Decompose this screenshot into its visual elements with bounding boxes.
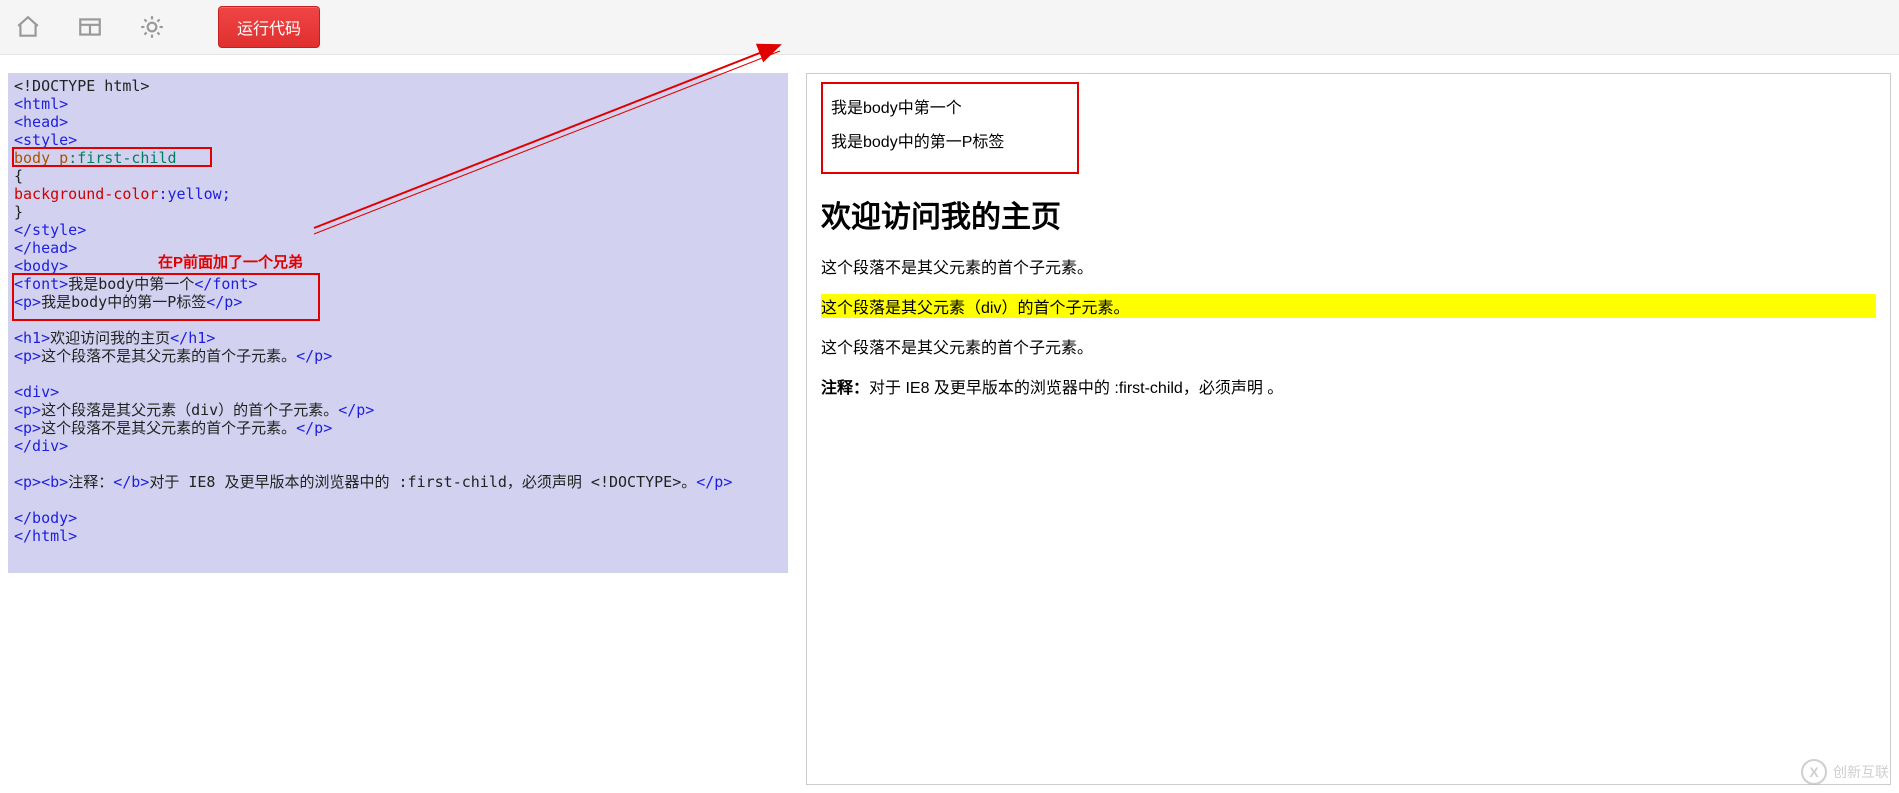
code-tag: </h1> [170, 329, 215, 347]
code-line: } [14, 203, 23, 221]
code-text: 这个段落是其父元素（div）的首个子元素。 [41, 401, 338, 419]
code-prop: background-color [14, 185, 159, 203]
code-tag: <p><b> [14, 473, 68, 491]
output-para-3: 这个段落不是其父元素的首个子元素。 [821, 334, 1876, 358]
code-tag: <h1> [14, 329, 50, 347]
code-line: <body> [14, 257, 68, 275]
code-tag: <font> [14, 275, 68, 293]
code-pane: <!DOCTYPE html> <html> <head> <style> bo… [8, 73, 788, 785]
code-line: </html> [14, 527, 77, 545]
output-note-label: 注释： [821, 380, 869, 397]
code-line: <style> [14, 131, 77, 149]
code-line: <div> [14, 383, 59, 401]
preview-pane: 我是body中第一个 我是body中的第一P标签 欢迎访问我的主页 这个段落不是… [806, 73, 1891, 785]
brightness-icon[interactable] [136, 11, 168, 43]
code-line: <!DOCTYPE html> [14, 77, 149, 95]
code-line: </body> [14, 509, 77, 527]
output-heading: 欢迎访问我的主页 [821, 192, 1876, 236]
code-text: 欢迎访问我的主页 [50, 329, 170, 347]
code-line: </style> [14, 221, 86, 239]
code-pseudo: :first-child [68, 149, 176, 167]
output-font-line: 我是body中第一个 [831, 94, 1069, 118]
code-tag: </p> [296, 419, 332, 437]
toolbar: 运行代码 [0, 0, 1899, 55]
code-text: 我是body中的第一P标签 [41, 293, 206, 311]
code-editor[interactable]: <!DOCTYPE html> <html> <head> <style> bo… [8, 73, 788, 573]
output-para-1: 这个段落不是其父元素的首个子元素。 [821, 254, 1876, 278]
code-text: 对于 IE8 及更早版本的浏览器中的 :first-child，必须声明 <!D… [149, 473, 696, 491]
code-text: 我是body中第一个 [68, 275, 194, 293]
panels-icon[interactable] [74, 11, 106, 43]
watermark-logo: X [1801, 759, 1827, 785]
output-para-highlighted: 这个段落是其父元素（div）的首个子元素。 [821, 294, 1876, 318]
watermark-text: 创新互联 [1833, 762, 1889, 782]
code-tag: </p> [296, 347, 332, 365]
code-line: { [14, 167, 23, 185]
code-tag: </font> [194, 275, 257, 293]
code-tag: </b> [113, 473, 149, 491]
code-tag: <p> [14, 347, 41, 365]
code-tag: <p> [14, 401, 41, 419]
code-tag: <p> [14, 293, 41, 311]
annotation-box-output: 我是body中第一个 我是body中的第一P标签 [821, 82, 1079, 174]
output-note: 注释：对于 IE8 及更早版本的浏览器中的 :first-child，必须声明 … [821, 374, 1876, 398]
output-note-text: 对于 IE8 及更早版本的浏览器中的 :first-child，必须声明 。 [869, 380, 1283, 397]
output-first-p: 我是body中的第一P标签 [831, 128, 1069, 152]
code-tag: </p> [696, 473, 732, 491]
watermark: X 创新互联 [1801, 759, 1889, 785]
code-text: 注释： [68, 473, 113, 491]
home-icon[interactable] [12, 11, 44, 43]
code-line: <head> [14, 113, 68, 131]
code-tag: </p> [206, 293, 242, 311]
code-text: 这个段落不是其父元素的首个子元素。 [41, 347, 296, 365]
split-panes: <!DOCTYPE html> <html> <head> <style> bo… [0, 55, 1899, 793]
code-line: </head> [14, 239, 77, 257]
code-tag: <p> [14, 419, 41, 437]
code-line: <html> [14, 95, 68, 113]
code-val: :yellow; [159, 185, 231, 203]
code-text: 这个段落不是其父元素的首个子元素。 [41, 419, 296, 437]
preview-output: 我是body中第一个 我是body中的第一P标签 欢迎访问我的主页 这个段落不是… [821, 82, 1876, 398]
code-selector: body p [14, 149, 68, 167]
code-tag: </p> [338, 401, 374, 419]
run-code-button[interactable]: 运行代码 [218, 6, 320, 48]
code-line: </div> [14, 437, 68, 455]
